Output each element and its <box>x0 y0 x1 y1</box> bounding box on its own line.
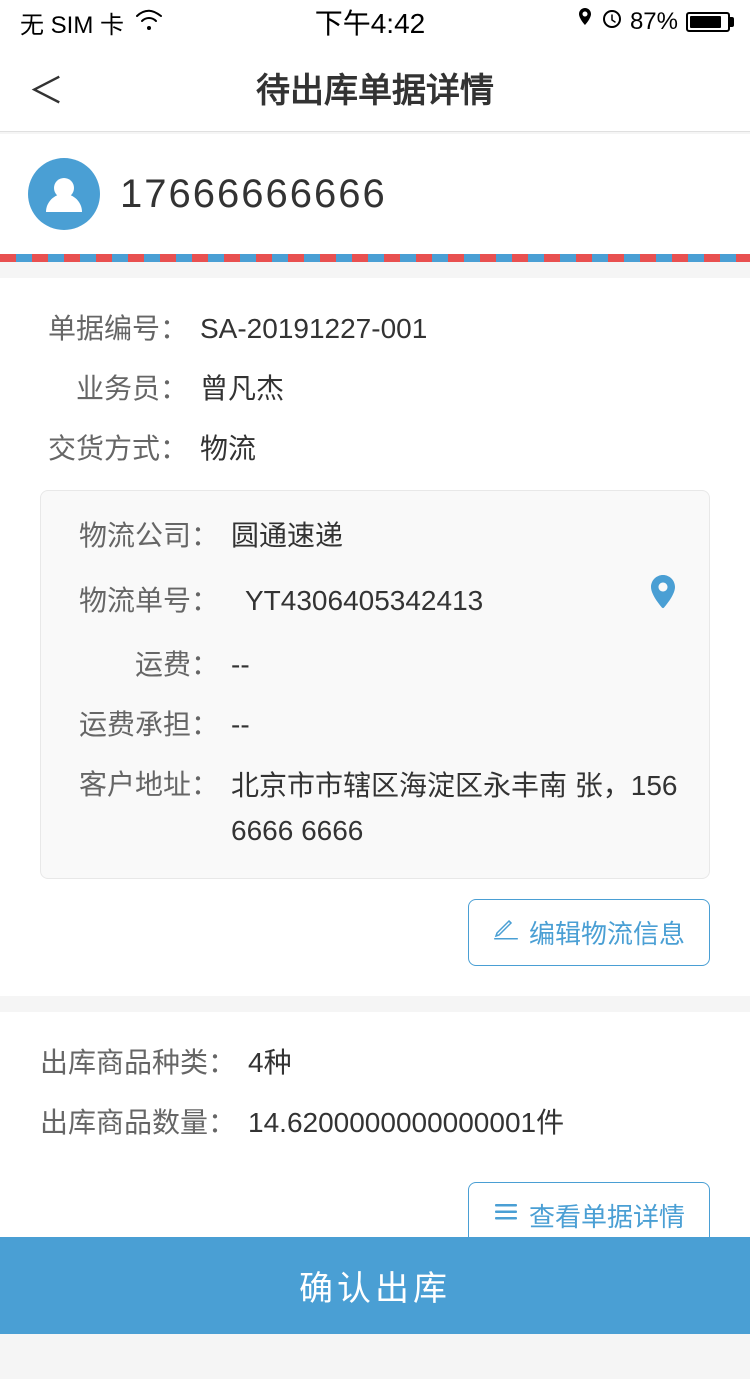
wifi-icon <box>134 8 164 36</box>
user-header: 17666666666 <box>0 134 750 254</box>
salesman-label: 业务员： <box>40 368 200 410</box>
company-value: 圆通速递 <box>231 515 679 557</box>
delivery-value: 物流 <box>200 428 710 470</box>
category-row: 出库商品种类： 4种 <box>40 1042 710 1084</box>
quantity-row: 出库商品数量： 14.62000000000000​01件 <box>40 1102 710 1144</box>
map-pin-icon[interactable] <box>647 575 679 626</box>
quantity-label: 出库商品数量： <box>40 1102 248 1144</box>
freight-bear-row: 运费承担： -- <box>71 704 679 746</box>
list-icon <box>493 1199 519 1232</box>
freight-label: 运费： <box>71 644 231 686</box>
freight-value: -- <box>231 644 679 686</box>
logistics-card: 物流公司： 圆通速递 物流单号： YT43064053424​13 运费： --… <box>40 490 710 879</box>
address-label: 客户地址： <box>71 764 231 806</box>
back-button[interactable]: ＜ <box>28 62 64 114</box>
order-no-label: 单据编号： <box>40 308 200 350</box>
alarm-icon <box>602 8 622 37</box>
dashed-divider <box>0 254 750 262</box>
tracking-row: 物流单号： YT43064053424​13 <box>71 575 679 626</box>
freight-row: 运费： -- <box>71 644 679 686</box>
salesman-row: 业务员： 曾凡杰 <box>40 368 710 410</box>
status-time: 下午4:42 <box>315 2 426 42</box>
salesman-value: 曾凡杰 <box>200 368 710 410</box>
edit-icon <box>493 916 519 949</box>
location-status-icon <box>576 8 594 37</box>
tracking-label: 物流单号： <box>71 580 231 622</box>
status-bar: 无 SIM 卡 下午4:42 87% <box>0 0 750 44</box>
order-no-row: 单据编号： SA-20191227-001 <box>40 308 710 350</box>
battery-text: 87% <box>630 8 678 36</box>
edit-logistics-label: 编辑物流信息 <box>529 914 685 951</box>
delivery-row: 交货方式： 物流 <box>40 428 710 470</box>
freight-bear-label: 运费承担： <box>71 704 231 746</box>
edit-logistics-button[interactable]: 编辑物流信息 <box>468 899 710 966</box>
freight-bear-value: -- <box>231 704 679 746</box>
quantity-value: 14.62000000000000​01件 <box>248 1102 710 1144</box>
basic-info-section: 单据编号： SA-20191227-001 业务员： 曾凡杰 交货方式： 物流 … <box>0 278 750 996</box>
address-row: 客户地址： 北京市市辖区海淀区永丰南 张，156 6666 6666 <box>71 764 679 854</box>
tracking-value: YT43064053424​13 <box>245 580 633 622</box>
view-details-label: 查看单据详情 <box>529 1197 685 1234</box>
company-row: 物流公司： 圆通速递 <box>71 515 679 557</box>
company-label: 物流公司： <box>71 515 231 557</box>
address-value: 北京市市辖区海淀区永丰南 张，156 6666 6666 <box>231 764 679 854</box>
user-phone: 17666666666 <box>120 172 387 217</box>
category-label: 出库商品种类： <box>40 1042 248 1084</box>
confirm-button[interactable]: 确认出库 <box>40 1261 710 1310</box>
status-right: 87% <box>576 8 730 37</box>
battery-icon <box>686 12 730 32</box>
user-avatar <box>28 158 100 230</box>
delivery-label: 交货方式： <box>40 428 200 470</box>
carrier-text: 无 SIM 卡 <box>20 5 124 40</box>
order-no-value: SA-20191227-001 <box>200 308 710 350</box>
nav-bar: ＜ 待出库单据详情 <box>0 44 750 132</box>
page-title: 待出库单据详情 <box>256 63 494 112</box>
status-left: 无 SIM 卡 <box>20 5 164 40</box>
confirm-btn-container: 确认出库 <box>0 1237 750 1334</box>
category-value: 4种 <box>248 1042 710 1084</box>
